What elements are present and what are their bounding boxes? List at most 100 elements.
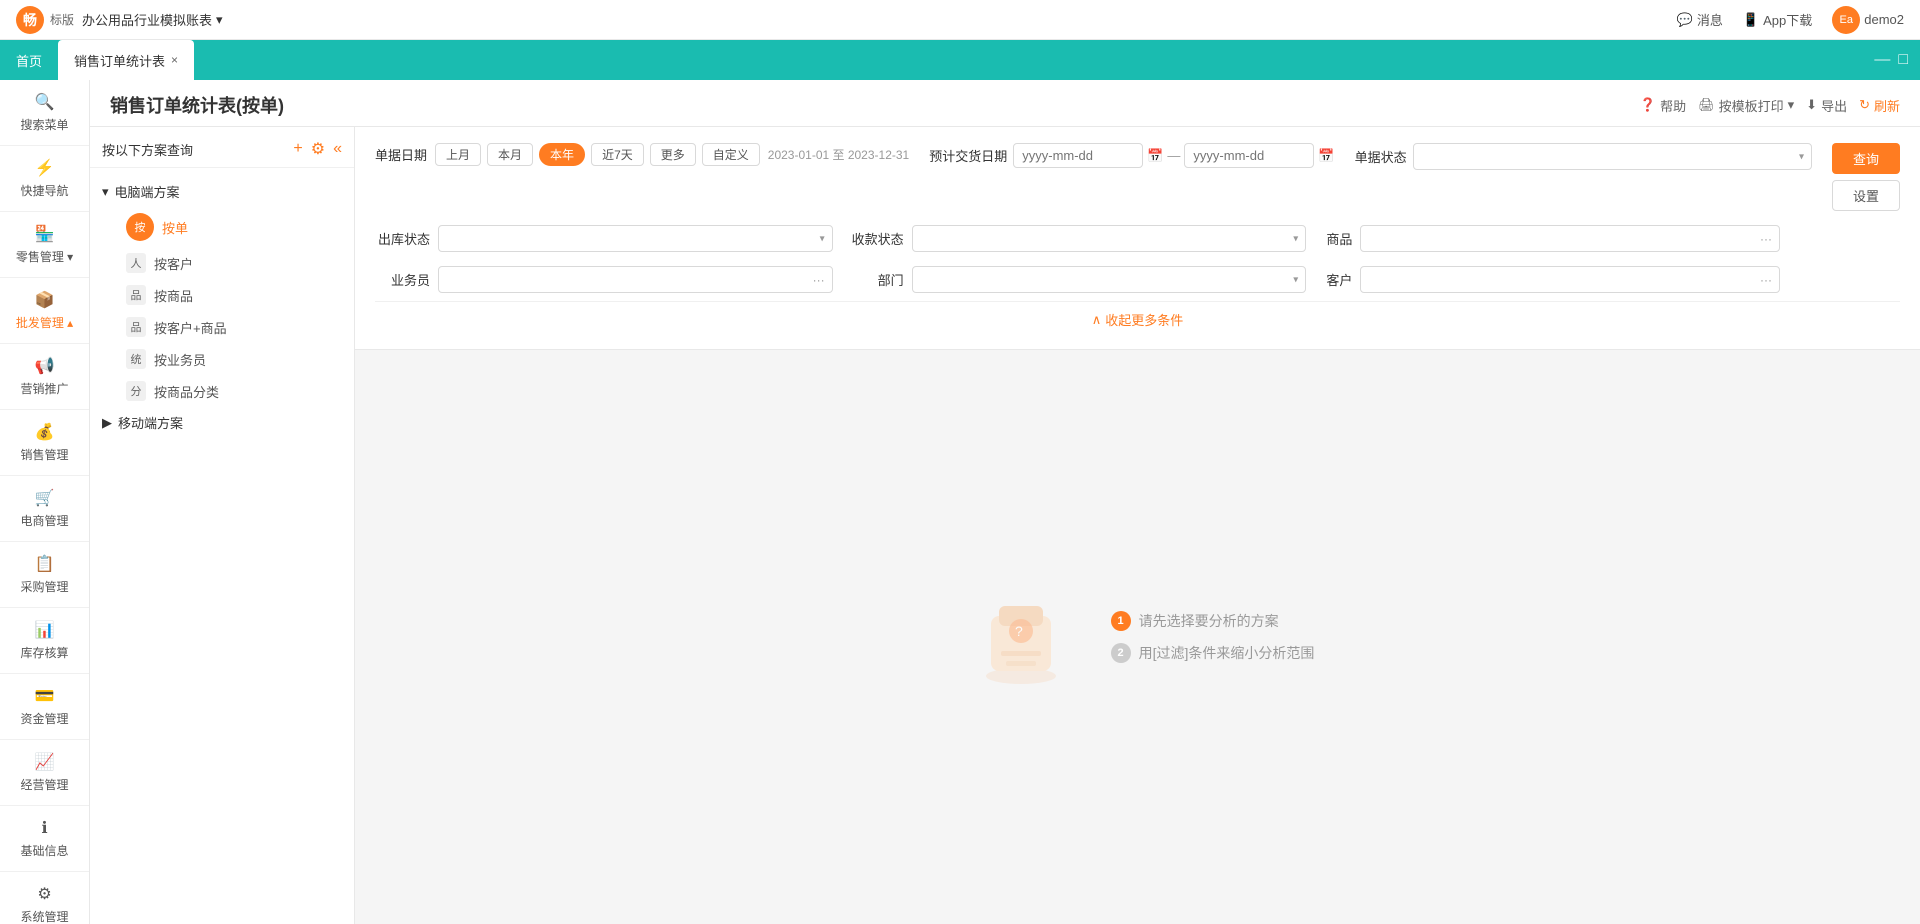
expected-date-label: 预计交货日期 (929, 146, 1007, 165)
user-area[interactable]: Ea demo2 (1832, 6, 1904, 34)
sidebar-item-operation[interactable]: 📈 经营管理 (0, 740, 89, 806)
scheme-item-by-order[interactable]: 按 按单 (102, 207, 342, 247)
customer-group: 客户 ··· (1322, 266, 1780, 293)
scheme-item-by-category-label: 按商品分类 (154, 382, 219, 401)
scheme-item-by-order-label: 按单 (162, 218, 188, 237)
operation-icon: 📈 (35, 752, 55, 772)
sidebar-item-sales[interactable]: 💰 销售管理 (0, 410, 89, 476)
sidebar-item-search[interactable]: 🔍 搜索菜单 (0, 80, 89, 146)
date-prev-month-btn[interactable]: 上月 (435, 143, 481, 166)
app-title-arrow: ▾ (216, 12, 223, 28)
collapse-more-conditions-btn[interactable]: ∧ 收起更多条件 (375, 301, 1900, 333)
expected-date-end[interactable] (1184, 143, 1314, 168)
tab-maximize-btn[interactable]: □ (1898, 51, 1908, 69)
filter-row-1: 单据日期 上月 本月 本年 近7天 更多 自定义 2023-01-01 至 20… (375, 143, 1900, 211)
sidebar-item-marketing[interactable]: 📢 营销推广 (0, 344, 89, 410)
logo-text: 标版 (50, 11, 74, 28)
settings-button[interactable]: 设置 (1832, 180, 1900, 211)
collapse-chevron-icon: ∧ (1092, 312, 1102, 328)
customer-input[interactable] (1360, 266, 1780, 293)
department-group: 部门 ▾ (849, 266, 1307, 293)
sidebar-item-system[interactable]: ⚙ 系统管理 (0, 872, 89, 924)
date-this-month-btn[interactable]: 本月 (487, 143, 533, 166)
message-icon: 💬 (1677, 12, 1693, 28)
refresh-btn[interactable]: ↻ 刷新 (1859, 96, 1900, 115)
tab-close-icon[interactable]: × (171, 53, 178, 67)
date-this-year-btn[interactable]: 本年 (539, 143, 585, 166)
scheme-group-mobile-arrow: ▶ (102, 415, 112, 431)
sidebar-label-sales: 销售管理 (20, 446, 68, 463)
sidebar-item-wholesale[interactable]: 📦 批发管理 ▴ (0, 278, 89, 344)
bill-status-wrapper: ▾ (1413, 143, 1812, 170)
tab-minimize-btn[interactable]: — (1874, 51, 1890, 69)
tab-home[interactable]: 首页 (0, 40, 58, 80)
sidebar-item-basic[interactable]: ℹ 基础信息 (0, 806, 89, 872)
sidebar-item-finance[interactable]: 💳 资金管理 (0, 674, 89, 740)
bill-date-group: 单据日期 上月 本月 本年 近7天 更多 自定义 2023-01-01 至 20… (375, 143, 909, 166)
page-actions: ❓ 帮助 🖨 按模板打印 ▾ ⬇ 导出 ↻ 刷新 (1640, 96, 1900, 115)
date-last7-btn[interactable]: 近7天 (591, 143, 644, 166)
by-category-icon: 分 (126, 381, 146, 401)
department-label: 部门 (849, 270, 904, 289)
out-status-select[interactable] (438, 225, 833, 252)
help-btn[interactable]: ❓ 帮助 (1640, 96, 1686, 115)
user-name: demo2 (1864, 12, 1904, 27)
app-selector[interactable]: 办公用品行业模拟账表 ▾ (82, 10, 223, 29)
tab-bar: 首页 销售订单统计表 × — □ (0, 40, 1920, 80)
tip-text-1: 请先选择要分析的方案 (1139, 611, 1279, 631)
print-btn[interactable]: 🖨 按模板打印 ▾ (1698, 96, 1794, 115)
bill-status-select[interactable] (1413, 143, 1812, 170)
scheme-item-by-customer[interactable]: 人 按客户 (102, 247, 342, 279)
sales-icon: 💰 (35, 422, 55, 442)
sidebar-item-quicknav[interactable]: ⚡ 快捷导航 (0, 146, 89, 212)
sidebar-item-inventory[interactable]: 📊 库存核算 (0, 608, 89, 674)
scheme-group-arrow: ▾ (102, 184, 109, 200)
tab-sales-order[interactable]: 销售订单统计表 × (58, 40, 194, 80)
collapse-panel-btn[interactable]: « (333, 140, 342, 158)
date-range-text: 2023-01-01 至 2023-12-31 (768, 146, 909, 163)
sidebar-item-purchase[interactable]: 📋 采购管理 (0, 542, 89, 608)
scheme-item-by-custgoods[interactable]: 品 按客户+商品 (102, 311, 342, 343)
calendar-end-icon[interactable]: 📅 (1318, 148, 1334, 164)
scheme-group-pc-header[interactable]: ▾ 电脑端方案 (102, 176, 342, 207)
print-label: 按模板打印 (1719, 96, 1784, 115)
main-layout: 🔍 搜索菜单 ⚡ 快捷导航 🏪 零售管理 ▾ 📦 批发管理 ▴ 📢 营销推广 💰… (0, 80, 1920, 924)
scheme-group-mobile-header[interactable]: ▶ 移动端方案 (102, 407, 342, 438)
query-actions: 查询 设置 (1832, 143, 1900, 211)
print-arrow: ▾ (1788, 97, 1795, 113)
empty-tips: 1 请先选择要分析的方案 2 用[过滤]条件来缩小分析范围 (1111, 611, 1315, 663)
salesperson-label: 业务员 (375, 270, 430, 289)
scheme-item-by-goods[interactable]: 品 按商品 (102, 279, 342, 311)
filter-row-3: 业务员 ··· 部门 ▾ (375, 266, 1900, 293)
goods-input[interactable] (1360, 225, 1780, 252)
sidebar-item-retail[interactable]: 🏪 零售管理 ▾ (0, 212, 89, 278)
scheme-item-by-category[interactable]: 分 按商品分类 (102, 375, 342, 407)
wholesale-icon: 📦 (35, 290, 55, 310)
sidebar-label-inventory: 库存核算 (20, 644, 68, 661)
out-status-label: 出库状态 (375, 229, 430, 248)
tip-text-2: 用[过滤]条件来缩小分析范围 (1139, 643, 1315, 663)
message-action[interactable]: 💬 消息 (1677, 10, 1723, 29)
department-select[interactable] (912, 266, 1307, 293)
system-icon: ⚙ (37, 884, 51, 904)
empty-illustration: ? (961, 576, 1081, 699)
empty-state: ? 1 请先选择要分析的方案 2 用[过滤]条件来缩小分析范围 (355, 350, 1920, 924)
by-customer-icon: 人 (126, 253, 146, 273)
sidebar-item-ecom[interactable]: 🛒 电商管理 (0, 476, 89, 542)
refresh-label: 刷新 (1874, 96, 1900, 115)
expected-date-start[interactable] (1013, 143, 1143, 168)
add-scheme-btn[interactable]: + (293, 140, 302, 158)
calendar-start-icon[interactable]: 📅 (1147, 148, 1163, 164)
app-download-action[interactable]: 📱 App下载 (1743, 10, 1812, 29)
date-more-btn[interactable]: 更多 (650, 143, 696, 166)
tab-home-label: 首页 (16, 51, 42, 70)
salesperson-input[interactable] (438, 266, 833, 293)
left-panel: 按以下方案查询 + ⚙ « ▾ 电脑端方案 (90, 127, 355, 924)
scheme-item-by-salesperson[interactable]: 统 按业务员 (102, 343, 342, 375)
export-btn[interactable]: ⬇ 导出 (1806, 96, 1847, 115)
receipt-status-select[interactable] (912, 225, 1307, 252)
date-custom-btn[interactable]: 自定义 (702, 143, 760, 166)
settings-scheme-btn[interactable]: ⚙ (311, 139, 325, 159)
query-button[interactable]: 查询 (1832, 143, 1900, 174)
page-title: 销售订单统计表(按单) (110, 92, 284, 118)
